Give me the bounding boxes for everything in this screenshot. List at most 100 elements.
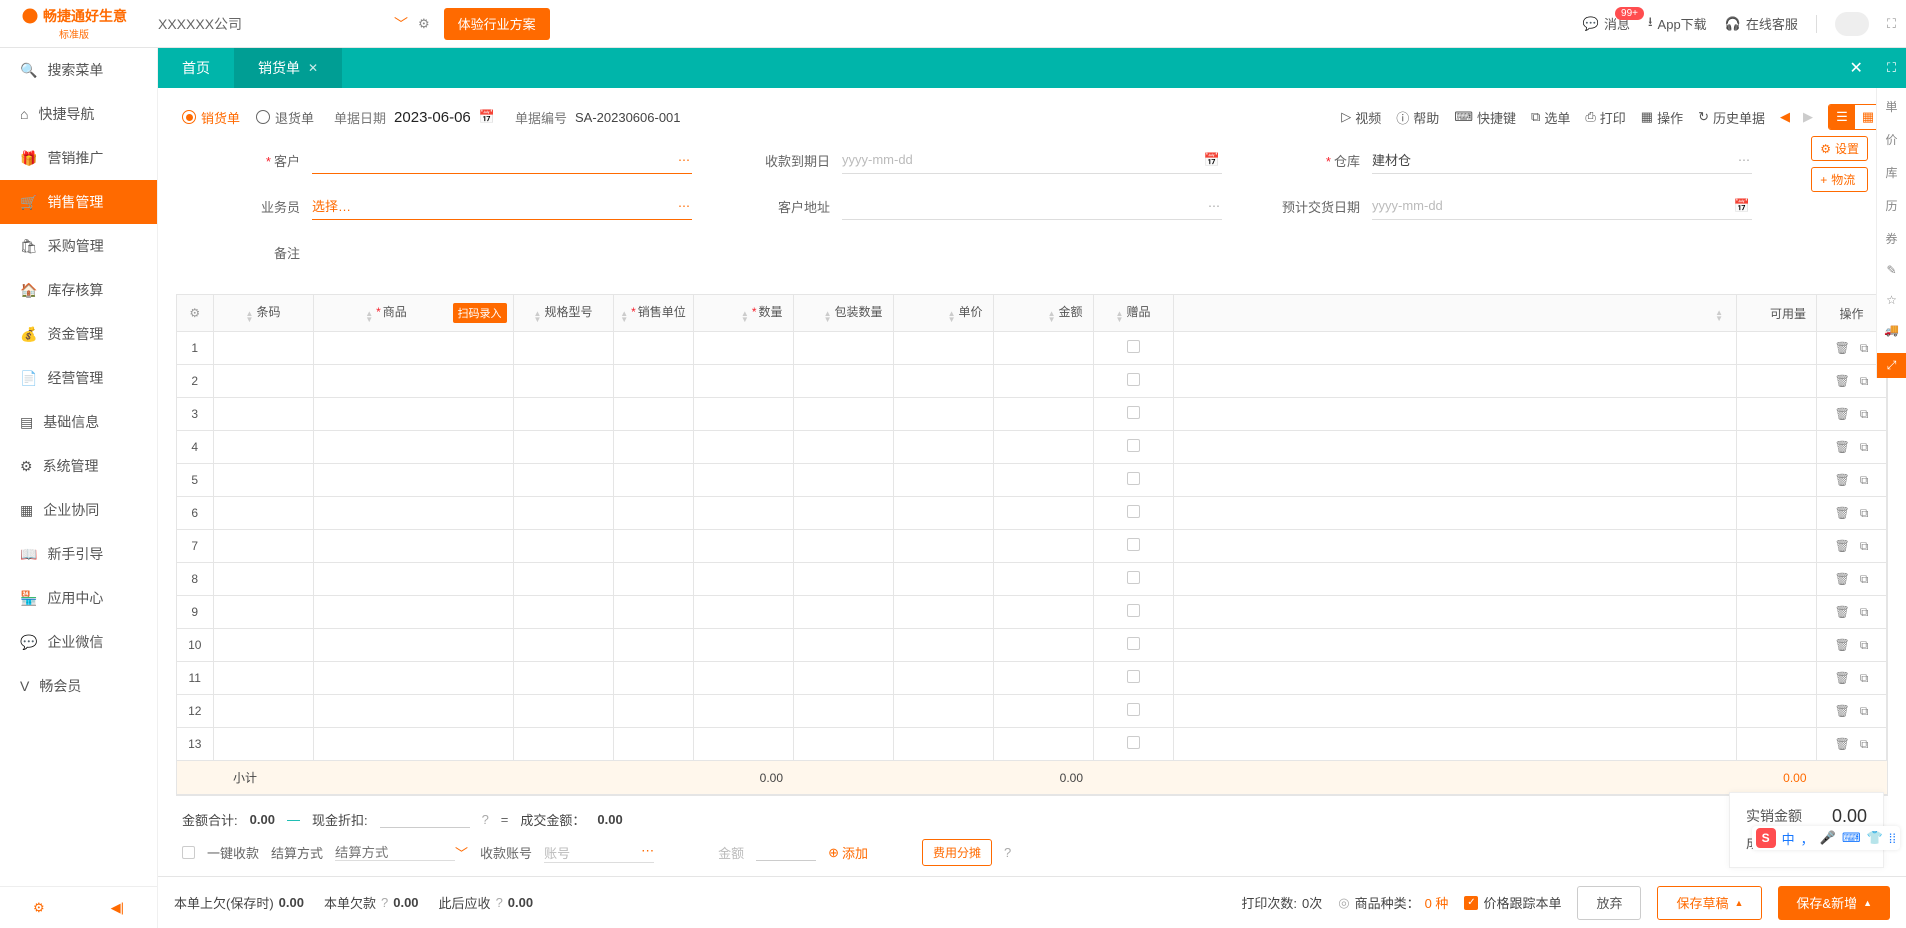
gift-checkbox[interactable] xyxy=(1127,406,1140,419)
copy-row-icon[interactable]: ⧉ xyxy=(1860,737,1869,752)
warehouse-input[interactable]: 建材仓⋯ xyxy=(1372,146,1752,174)
expense-allocation-button[interactable]: 费用分摊 xyxy=(922,839,992,866)
expect-date-input[interactable]: yyyy-mm-dd📅 xyxy=(1372,192,1752,220)
copy-row-icon[interactable]: ⧉ xyxy=(1860,341,1869,356)
table-row[interactable]: 7🗑⧉ xyxy=(177,530,1887,563)
gift-checkbox[interactable] xyxy=(1127,736,1140,749)
doc-date[interactable]: 单据日期 2023-06-06 📅 xyxy=(334,108,495,127)
tab-sales-order[interactable]: 销货单✕ xyxy=(234,48,342,88)
col-price[interactable]: ▲▼单价 xyxy=(893,295,993,332)
copy-row-icon[interactable]: ⧉ xyxy=(1860,506,1869,521)
gift-checkbox[interactable] xyxy=(1127,604,1140,617)
help-icon[interactable]: ? xyxy=(1004,845,1011,860)
scan-input-button[interactable]: 扫码录入 xyxy=(453,303,507,323)
copy-row-icon[interactable]: ⧉ xyxy=(1860,572,1869,587)
more-icon[interactable]: ⋯ xyxy=(678,199,690,213)
table-row[interactable]: 6🗑⧉ xyxy=(177,497,1887,530)
gift-checkbox[interactable] xyxy=(1127,670,1140,683)
save-draft-button[interactable]: 保存草稿▲ xyxy=(1657,886,1762,920)
table-row[interactable]: 11🗑⧉ xyxy=(177,662,1887,695)
delete-row-icon[interactable]: 🗑 xyxy=(1835,506,1850,520)
col-settings[interactable]: ⚙ xyxy=(177,295,213,332)
company-select[interactable]: XXXXXX公司﹀ xyxy=(158,14,408,34)
sidebar-settings-icon[interactable]: ⚙ xyxy=(33,900,45,916)
tab-home[interactable]: 首页 xyxy=(158,48,234,88)
col-gift[interactable]: ▲▼赠品 xyxy=(1093,295,1173,332)
tabs-expand-icon[interactable]: ⛶ xyxy=(1877,60,1906,76)
nav-quick-nav[interactable]: ⌂快捷导航 xyxy=(0,92,157,136)
save-new-button[interactable]: 保存&新增▲ xyxy=(1778,886,1890,920)
gift-checkbox[interactable] xyxy=(1127,439,1140,452)
dock-icon[interactable]: ☆ xyxy=(1886,293,1897,307)
nav-search-menu[interactable]: 🔍搜索菜单 xyxy=(0,48,157,92)
radio-return[interactable]: 退货单 xyxy=(256,108,314,127)
delete-row-icon[interactable]: 🗑 xyxy=(1835,737,1850,751)
settle-method-select[interactable] xyxy=(335,845,455,861)
copy-row-icon[interactable]: ⧉ xyxy=(1860,374,1869,389)
nav-collab[interactable]: ▦企业协同 xyxy=(0,488,157,532)
delete-row-icon[interactable]: 🗑 xyxy=(1835,572,1850,586)
more-icon[interactable]: ⋯ xyxy=(1208,199,1220,213)
gift-checkbox[interactable] xyxy=(1127,373,1140,386)
pick-order-button[interactable]: ⧉选单 xyxy=(1531,108,1570,127)
nav-membership[interactable]: V畅会员 xyxy=(0,664,157,708)
dock-icon[interactable]: 単 xyxy=(1885,98,1897,115)
col-blank[interactable]: ▲▼ xyxy=(1173,295,1737,332)
sidebar-collapse-icon[interactable]: ◀| xyxy=(111,900,124,916)
nav-business-mgmt[interactable]: 📄经营管理 xyxy=(0,356,157,400)
address-input[interactable]: ⋯ xyxy=(842,192,1222,220)
prev-doc-button[interactable]: ◀ xyxy=(1780,109,1788,125)
video-help-button[interactable]: ▷视频 xyxy=(1341,108,1381,127)
one-click-checkbox[interactable] xyxy=(182,846,195,859)
col-qty[interactable]: ▲▼*数量 xyxy=(693,295,793,332)
operate-button[interactable]: ▦操作 xyxy=(1641,108,1683,127)
salesman-input[interactable]: 选择…⋯ xyxy=(312,192,692,220)
messages-button[interactable]: 💬消息 99+ xyxy=(1583,14,1630,33)
table-row[interactable]: 5🗑⧉ xyxy=(177,464,1887,497)
col-spec[interactable]: ▲▼规格型号 xyxy=(513,295,613,332)
col-unit[interactable]: ▲▼*销售单位 xyxy=(613,295,693,332)
dock-icon[interactable]: 库 xyxy=(1885,164,1897,181)
delete-row-icon[interactable]: 🗑 xyxy=(1835,671,1850,685)
delete-row-icon[interactable]: 🗑 xyxy=(1835,440,1850,454)
dock-icon[interactable]: 🚚 xyxy=(1884,323,1899,337)
settings-button[interactable]: ⚙设置 xyxy=(1811,136,1868,161)
table-row[interactable]: 9🗑⧉ xyxy=(177,596,1887,629)
col-pack-qty[interactable]: ▲▼包装数量 xyxy=(793,295,893,332)
nav-marketing[interactable]: 🎁营销推广 xyxy=(0,136,157,180)
close-icon[interactable]: ✕ xyxy=(308,61,318,75)
table-row[interactable]: 4🗑⧉ xyxy=(177,431,1887,464)
gift-checkbox[interactable] xyxy=(1127,703,1140,716)
table-row[interactable]: 3🗑⧉ xyxy=(177,398,1887,431)
dock-icon[interactable]: 历 xyxy=(1885,197,1897,214)
account-input[interactable]: 账号 ⋯ xyxy=(544,843,654,863)
help-icon[interactable]: ? xyxy=(496,895,503,910)
col-product[interactable]: ▲▼*商品扫码录入 xyxy=(313,295,513,332)
nav-system-mgmt[interactable]: ⚙系统管理 xyxy=(0,444,157,488)
fullscreen-icon[interactable]: ⛶ xyxy=(1887,16,1896,32)
discard-button[interactable]: 放弃 xyxy=(1577,886,1641,920)
remark-input[interactable] xyxy=(312,238,750,266)
copy-row-icon[interactable]: ⧉ xyxy=(1860,473,1869,488)
col-available[interactable]: 可用量 xyxy=(1737,295,1817,332)
gift-checkbox[interactable] xyxy=(1127,505,1140,518)
customer-input[interactable]: ⋯ xyxy=(312,146,692,174)
gift-checkbox[interactable] xyxy=(1127,637,1140,650)
copy-row-icon[interactable]: ⧉ xyxy=(1860,605,1869,620)
nav-onboarding[interactable]: 📖新手引导 xyxy=(0,532,157,576)
add-payment-button[interactable]: ⊕添加 xyxy=(828,843,868,862)
dock-expand-icon[interactable]: ⤢ xyxy=(1877,353,1906,378)
receive-date-input[interactable]: yyyy-mm-dd📅 xyxy=(842,146,1222,174)
table-row[interactable]: 1🗑⧉ xyxy=(177,332,1887,365)
dock-icon[interactable]: 券 xyxy=(1885,230,1897,247)
delete-row-icon[interactable]: 🗑 xyxy=(1835,638,1850,652)
view-list[interactable]: ☰ xyxy=(1829,105,1855,129)
delete-row-icon[interactable]: 🗑 xyxy=(1835,341,1850,355)
logistics-button[interactable]: +物流 xyxy=(1811,167,1868,192)
table-row[interactable]: 10🗑⧉ xyxy=(177,629,1887,662)
table-row[interactable]: 8🗑⧉ xyxy=(177,563,1887,596)
help-button[interactable]: ⓘ帮助 xyxy=(1396,108,1439,127)
tabs-close-all[interactable]: ✕ xyxy=(1835,58,1876,78)
history-button[interactable]: ↻历史单据 xyxy=(1698,108,1765,127)
gift-checkbox[interactable] xyxy=(1127,340,1140,353)
